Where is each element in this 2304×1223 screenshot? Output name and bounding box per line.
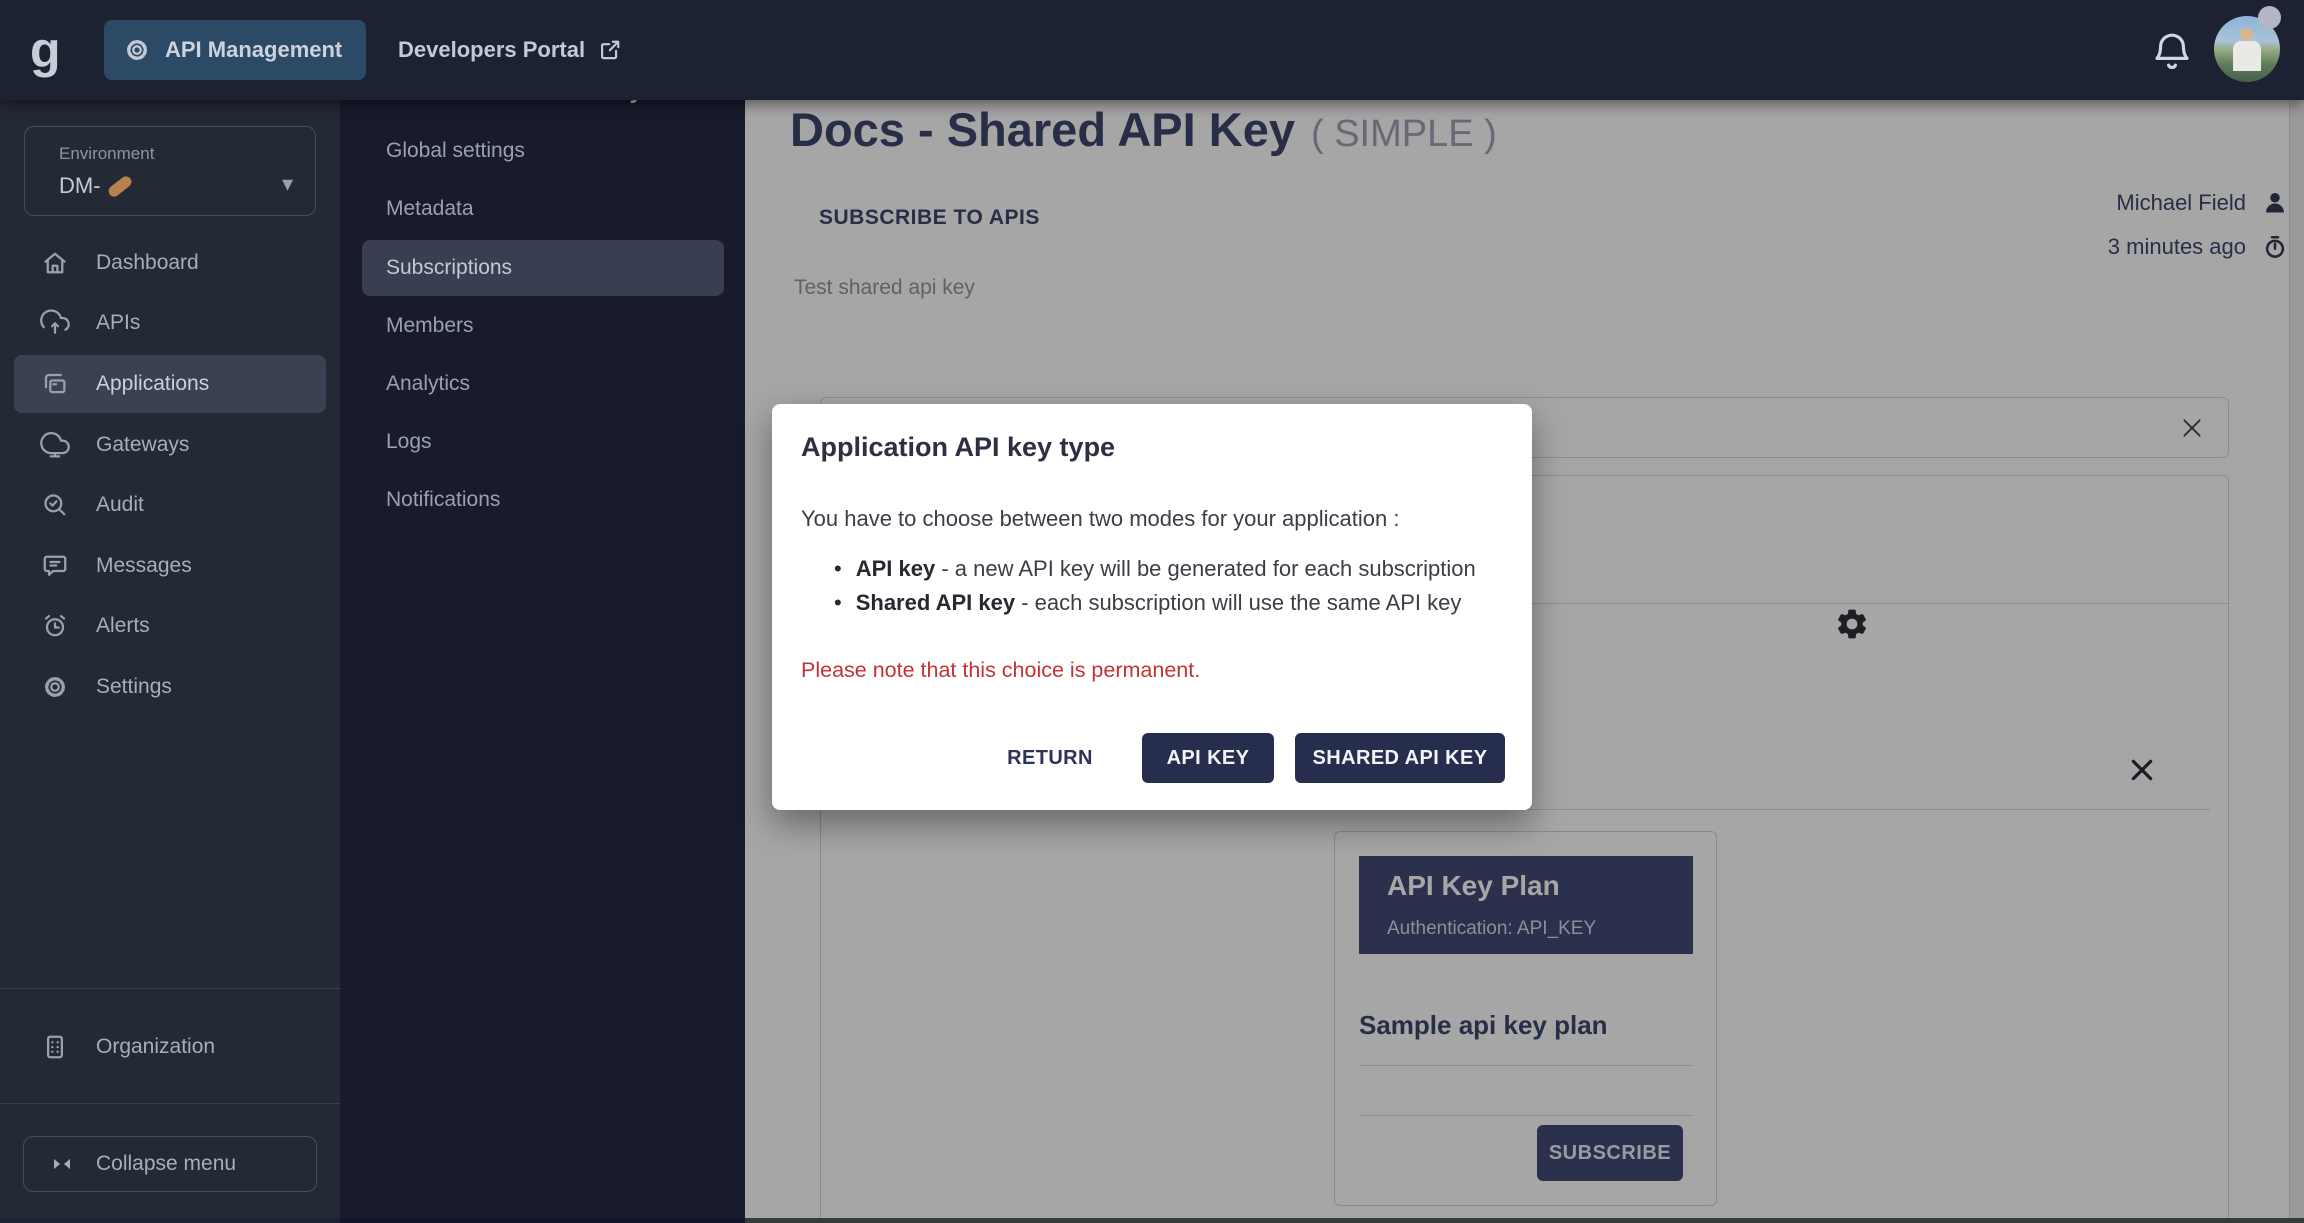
developers-portal-link[interactable]: Developers Portal xyxy=(398,0,623,100)
gateway-icon xyxy=(40,430,70,460)
subnav-item-analytics[interactable]: Analytics xyxy=(362,356,724,412)
message-icon xyxy=(40,551,70,581)
sidebar-item-organization[interactable]: Organization xyxy=(14,1018,326,1076)
subnav-item-metadata[interactable]: Metadata xyxy=(362,181,724,237)
collapse-icon xyxy=(50,1152,74,1176)
environment-value: DM- xyxy=(59,173,133,199)
bullet-icon: • xyxy=(834,590,842,615)
subnav-item-members[interactable]: Members xyxy=(362,298,724,354)
bottom-edge-strip xyxy=(0,1218,2304,1223)
api-key-button[interactable]: API KEY xyxy=(1142,733,1274,783)
bell-icon[interactable] xyxy=(2148,26,2196,74)
alarm-icon xyxy=(40,611,70,641)
subnav-item-global-settings[interactable]: Global settings xyxy=(362,123,724,179)
developers-portal-label: Developers Portal xyxy=(398,37,585,63)
organization-icon xyxy=(40,1032,70,1062)
gear-icon xyxy=(122,35,152,65)
status-dot xyxy=(2258,6,2281,29)
bullet-api-key: •API key - a new API key will be generat… xyxy=(834,556,1476,582)
sidebar-divider xyxy=(0,1103,340,1104)
dialog-title: Application API key type xyxy=(801,432,1115,463)
baguette-emoji-icon xyxy=(106,174,133,199)
sidebar-item-gateways[interactable]: Gateways xyxy=(14,416,326,474)
app-window: Docs - Shared API Key( SIMPLE ) SUBSCRIB… xyxy=(0,0,2304,1223)
dialog-intro-text: You have to choose between two modes for… xyxy=(801,506,1399,532)
gravitee-logo[interactable]: g xyxy=(30,0,61,100)
subnav-item-logs[interactable]: Logs xyxy=(362,414,724,470)
api-key-type-dialog: Application API key type You have to cho… xyxy=(772,404,1532,810)
subnav-item-notifications[interactable]: Notifications xyxy=(362,472,724,528)
sidebar-divider xyxy=(0,988,340,989)
applications-icon xyxy=(40,369,70,399)
collapse-menu-button[interactable]: Collapse menu xyxy=(23,1136,317,1192)
sidebar-item-applications[interactable]: Applications xyxy=(14,355,326,413)
environment-label: Environment xyxy=(59,144,154,164)
sidebar-item-settings[interactable]: Settings xyxy=(14,658,326,716)
avatar-photo-head xyxy=(2240,28,2253,41)
cloud-upload-icon xyxy=(40,308,70,338)
application-subnav: Docs - Shared API Key Global settings Me… xyxy=(340,100,745,1223)
sidebar-item-messages[interactable]: Messages xyxy=(14,537,326,595)
permanent-choice-warning: Please note that this choice is permanen… xyxy=(801,658,1200,683)
bullet-icon: • xyxy=(834,556,842,581)
primary-sidebar: Environment DM- ▾ Dashboard APIs Applica… xyxy=(0,100,340,1223)
avatar-photo xyxy=(2233,41,2261,71)
return-button[interactable]: RETURN xyxy=(990,733,1110,783)
environment-selector[interactable]: Environment DM- ▾ xyxy=(24,126,316,216)
sidebar-item-audit[interactable]: Audit xyxy=(14,476,326,534)
api-management-switcher[interactable]: API Management xyxy=(104,20,366,80)
home-icon xyxy=(40,248,70,278)
chevron-down-icon: ▾ xyxy=(282,171,293,197)
api-management-label: API Management xyxy=(165,37,342,63)
audit-icon xyxy=(40,490,70,520)
sidebar-item-alerts[interactable]: Alerts xyxy=(14,597,326,655)
subnav-app-title: Docs - Shared API Key xyxy=(385,100,643,105)
sidebar-item-dashboard[interactable]: Dashboard xyxy=(14,234,326,292)
top-bar: g API Management Developers Portal xyxy=(0,0,2304,100)
bullet-shared-api-key: •Shared API key - each subscription will… xyxy=(834,590,1461,616)
shared-api-key-button[interactable]: SHARED API KEY xyxy=(1295,733,1505,783)
external-link-icon xyxy=(597,37,623,63)
sidebar-item-apis[interactable]: APIs xyxy=(14,294,326,352)
settings-icon xyxy=(40,672,70,702)
subnav-item-subscriptions[interactable]: Subscriptions xyxy=(362,240,724,296)
